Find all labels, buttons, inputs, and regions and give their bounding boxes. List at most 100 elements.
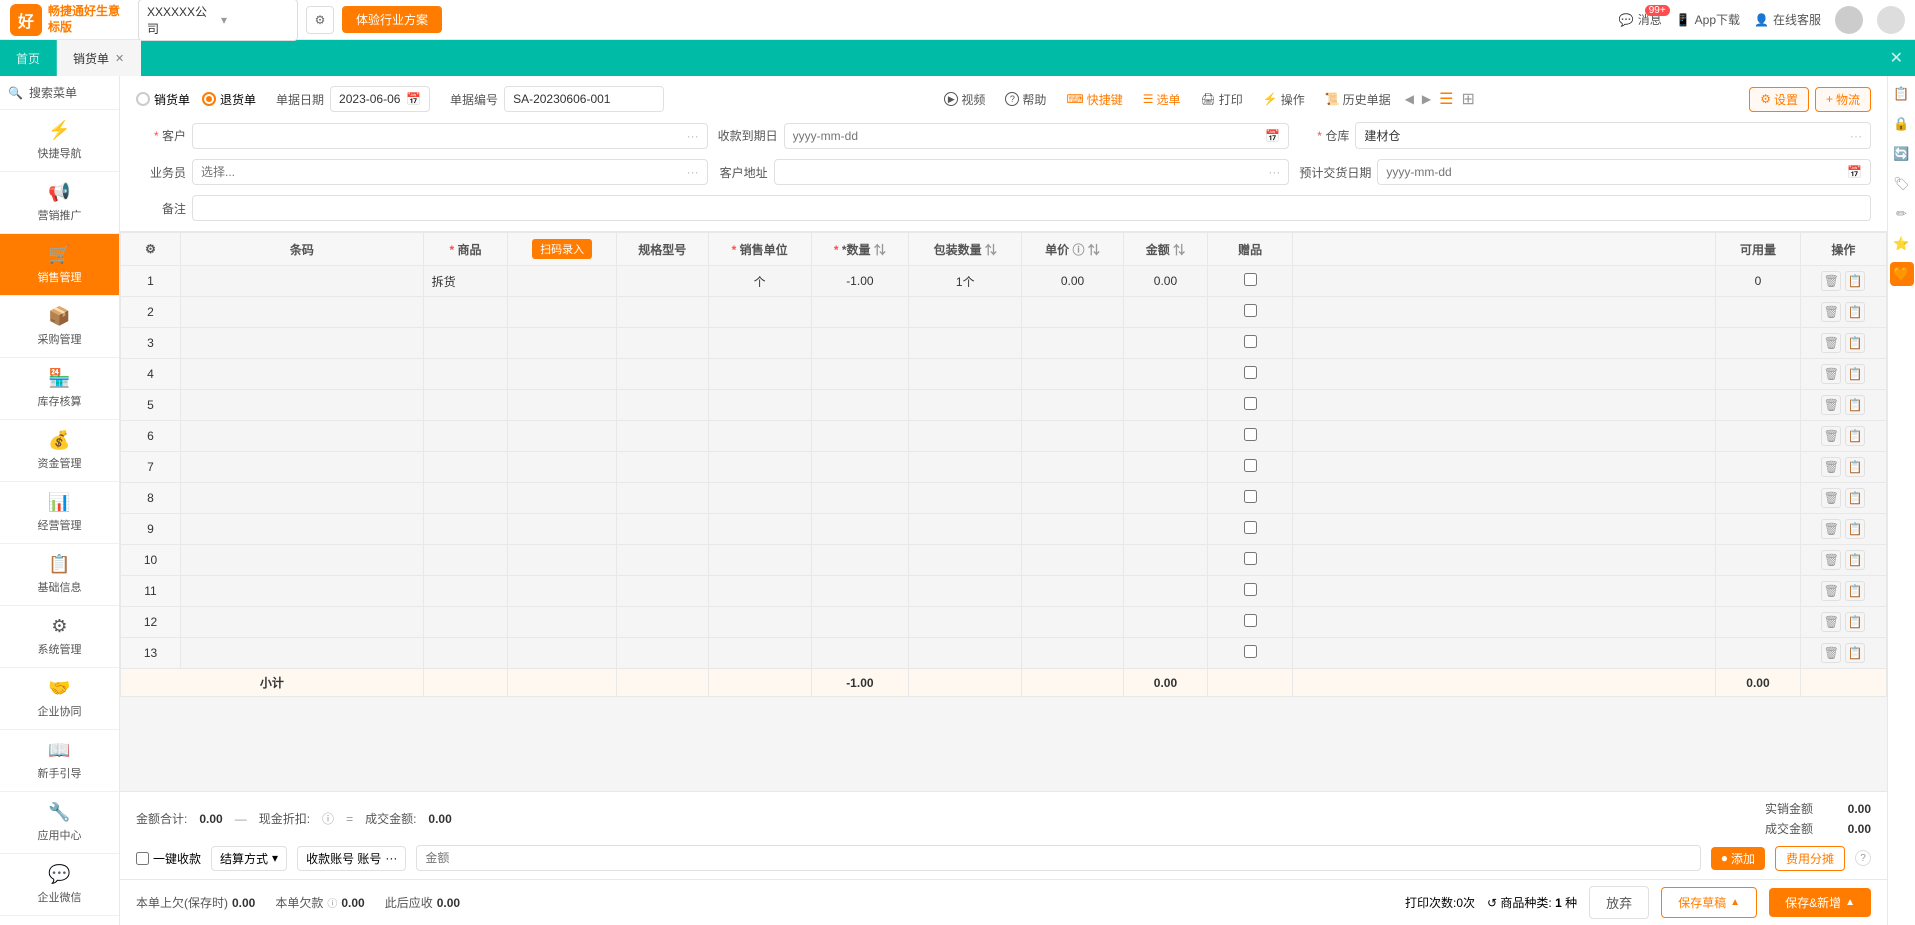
sidebar-item-sales[interactable]: 🛒 销售管理 xyxy=(0,234,119,296)
fees-split-button[interactable]: 费用分摊 xyxy=(1775,846,1845,871)
row-barcode[interactable] xyxy=(181,483,424,514)
row-pack-qty[interactable] xyxy=(909,607,1022,638)
sidebar-search[interactable]: 🔍 搜索菜单 xyxy=(0,76,119,110)
salesperson-more-icon[interactable]: ··· xyxy=(687,165,699,179)
row-gift[interactable] xyxy=(1208,328,1293,359)
amount-field[interactable] xyxy=(416,845,1700,871)
row-price[interactable] xyxy=(1022,514,1123,545)
row-spec[interactable] xyxy=(616,452,708,483)
help-button[interactable]: ? 帮助 xyxy=(999,88,1052,111)
history-button[interactable]: 📜 历史单据 xyxy=(1319,88,1397,111)
customer-input[interactable]: ··· xyxy=(192,123,708,149)
delete-row-icon[interactable]: 🗑 xyxy=(1821,426,1841,446)
row-barcode[interactable] xyxy=(181,576,424,607)
row-spec[interactable] xyxy=(616,297,708,328)
row-pack-qty[interactable] xyxy=(909,576,1022,607)
customer-text-input[interactable] xyxy=(201,129,687,143)
save-draft-button[interactable]: 保存草稿 ▲ xyxy=(1661,887,1757,918)
sidebar-item-basic-info[interactable]: 📋 基础信息 xyxy=(0,544,119,606)
row-amount[interactable] xyxy=(1123,421,1208,452)
row-amount[interactable] xyxy=(1123,359,1208,390)
row-pack-qty[interactable] xyxy=(909,638,1022,669)
settlement-method-select[interactable]: 结算方式 ▾ xyxy=(211,846,287,871)
nav-next-icon[interactable]: ▶ xyxy=(1422,92,1431,106)
row-unit[interactable] xyxy=(708,514,811,545)
delete-row-icon[interactable]: 🗑 xyxy=(1821,271,1841,291)
row-spec[interactable] xyxy=(616,514,708,545)
delete-row-icon[interactable]: 🗑 xyxy=(1821,519,1841,539)
payment-date-input[interactable]: 📅 xyxy=(784,123,1290,149)
row-amount[interactable] xyxy=(1123,452,1208,483)
row-gift[interactable] xyxy=(1208,576,1293,607)
row-pack-qty[interactable] xyxy=(909,545,1022,576)
customer-address-more-icon[interactable]: ··· xyxy=(1268,165,1280,179)
row-price[interactable] xyxy=(1022,297,1123,328)
price-info-icon[interactable]: ⓘ xyxy=(1073,243,1085,257)
nav-prev-icon[interactable]: ◀ xyxy=(1405,92,1414,106)
print-button[interactable]: 🖨 打印 xyxy=(1195,88,1249,111)
sidebar-item-finance[interactable]: 💰 资金管理 xyxy=(0,420,119,482)
fees-help-icon[interactable]: ? xyxy=(1855,850,1871,866)
row-unit[interactable] xyxy=(708,421,811,452)
sidebar-item-membership[interactable]: 🎫 畅会员 xyxy=(0,916,119,925)
copy-row-icon[interactable]: 📋 xyxy=(1845,333,1865,353)
row-gift[interactable] xyxy=(1208,483,1293,514)
row-quantity[interactable] xyxy=(811,421,908,452)
row-pack-qty[interactable] xyxy=(909,297,1022,328)
sidebar-item-operations[interactable]: 📊 经营管理 xyxy=(0,482,119,544)
row-product[interactable] xyxy=(423,328,508,359)
avatar-extra[interactable] xyxy=(1877,6,1905,34)
row-spec[interactable] xyxy=(616,421,708,452)
row-gift[interactable] xyxy=(1208,638,1293,669)
row-spec[interactable] xyxy=(616,638,708,669)
discount-info-icon[interactable]: ⓘ xyxy=(322,810,334,827)
payment-date-text-input[interactable] xyxy=(793,129,1266,143)
row-unit[interactable] xyxy=(708,638,811,669)
row-product[interactable]: 拆货 xyxy=(423,266,508,297)
row-gift[interactable] xyxy=(1208,359,1293,390)
row-unit[interactable] xyxy=(708,297,811,328)
app-download-button[interactable]: 📱 App下载 xyxy=(1676,11,1740,28)
row-unit[interactable] xyxy=(708,576,811,607)
delete-row-icon[interactable]: 🗑 xyxy=(1821,488,1841,508)
delete-row-icon[interactable]: 🗑 xyxy=(1821,333,1841,353)
rp-tag-icon[interactable]: 🏷 xyxy=(1890,172,1914,196)
copy-row-icon[interactable]: 📋 xyxy=(1845,488,1865,508)
rp-edit-icon[interactable]: ✏ xyxy=(1890,202,1914,226)
row-spec[interactable] xyxy=(616,607,708,638)
sidebar-item-enterprise[interactable]: 🤝 企业协同 xyxy=(0,668,119,730)
row-amount[interactable] xyxy=(1123,390,1208,421)
sidebar-item-quick-nav[interactable]: ⚡ 快捷导航 xyxy=(0,110,119,172)
copy-row-icon[interactable]: 📋 xyxy=(1845,643,1865,663)
sidebar-item-appstore[interactable]: 🔧 应用中心 xyxy=(0,792,119,854)
delete-row-icon[interactable]: 🗑 xyxy=(1821,550,1841,570)
row-price[interactable] xyxy=(1022,328,1123,359)
row-barcode[interactable] xyxy=(181,390,424,421)
scan-button[interactable]: 扫码录入 xyxy=(532,239,592,259)
abandon-button[interactable]: 放弃 xyxy=(1589,886,1649,919)
row-spec[interactable] xyxy=(616,328,708,359)
row-unit[interactable] xyxy=(708,390,811,421)
row-quantity[interactable] xyxy=(811,576,908,607)
salesperson-input[interactable]: ··· xyxy=(192,159,708,185)
row-unit[interactable] xyxy=(708,359,811,390)
avatar[interactable] xyxy=(1835,6,1863,34)
warehouse-input[interactable]: 建材仓 ··· xyxy=(1355,122,1871,149)
message-button[interactable]: 💬 消息 99+ xyxy=(1619,11,1662,28)
row-amount[interactable] xyxy=(1123,545,1208,576)
warehouse-more-icon[interactable]: ··· xyxy=(1850,129,1862,143)
radio-sales-order[interactable]: 销货单 xyxy=(136,91,190,108)
sidebar-item-wechat[interactable]: 💬 企业微信 xyxy=(0,854,119,916)
row-quantity[interactable] xyxy=(811,638,908,669)
row-unit[interactable]: 个 xyxy=(708,266,811,297)
row-barcode[interactable] xyxy=(181,328,424,359)
row-amount[interactable] xyxy=(1123,638,1208,669)
row-product[interactable] xyxy=(423,483,508,514)
row-price[interactable] xyxy=(1022,576,1123,607)
row-unit[interactable] xyxy=(708,483,811,514)
copy-row-icon[interactable]: 📋 xyxy=(1845,271,1865,291)
row-amount[interactable] xyxy=(1123,607,1208,638)
row-amount[interactable] xyxy=(1123,297,1208,328)
row-quantity[interactable] xyxy=(811,359,908,390)
select-order-button[interactable]: ☰ 选单 xyxy=(1137,88,1187,111)
